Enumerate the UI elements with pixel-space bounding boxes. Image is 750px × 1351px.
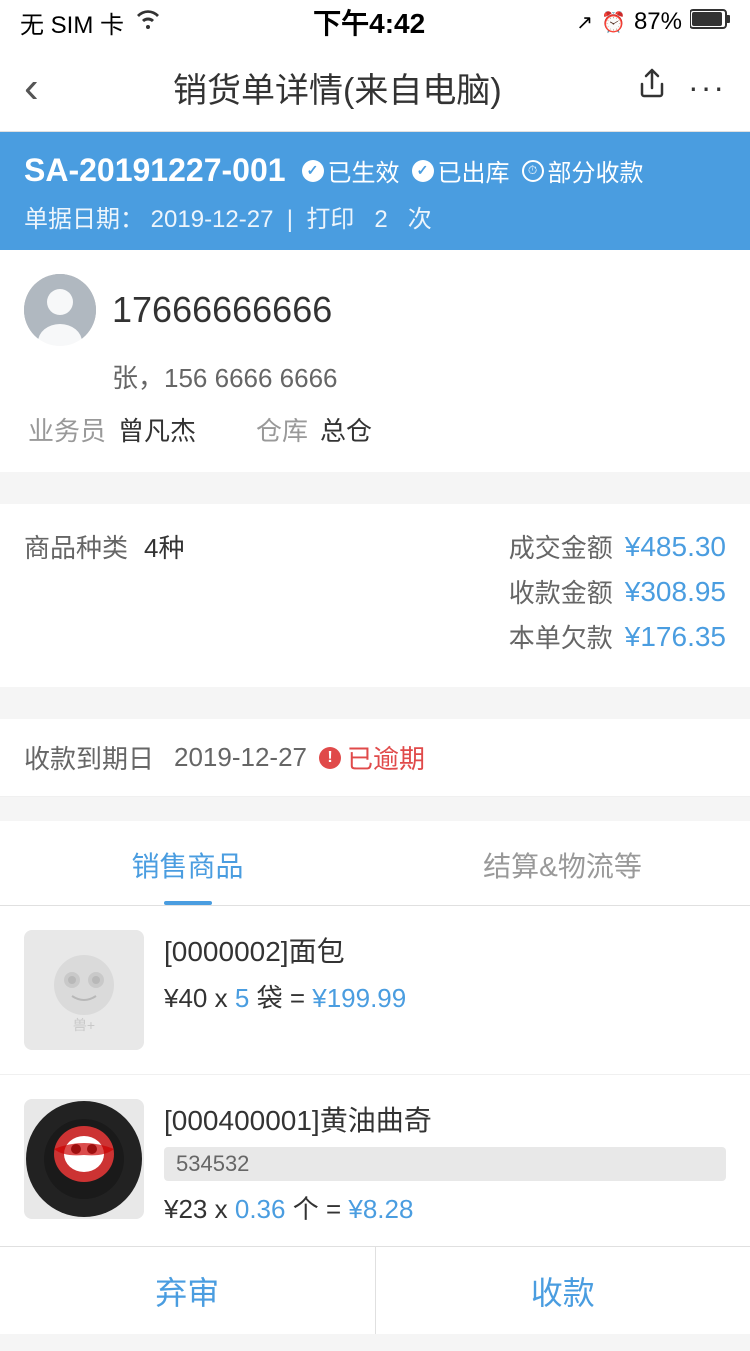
products-section: 兽+ [0000002]面包 ¥40 x 5 袋 = ¥199.99 <box>0 906 750 1251</box>
tab-sales-products[interactable]: 销售商品 <box>0 821 375 905</box>
nav-bar: ‹ 销货单详情(来自电脑) ··· <box>0 44 750 132</box>
product-item-cookie: [000400001]黄油曲奇 534532 ¥23 x 0.36 个 = ¥8… <box>0 1075 750 1251</box>
collected-row: 收款金额 ¥308.95 <box>509 573 726 610</box>
status-left: 无 SIM 卡 <box>20 5 162 40</box>
wifi-icon <box>134 8 162 36</box>
order-date-row: 单据日期： 2019-12-27 | 打印 2 次 <box>24 199 726 234</box>
alarm-icon: ⏰ <box>601 10 626 35</box>
battery-icon <box>690 8 730 37</box>
share-icon[interactable] <box>636 68 668 108</box>
overdue-icon: ! <box>319 747 341 769</box>
divider-1 <box>0 488 750 504</box>
collect-button[interactable]: 收款 <box>376 1247 750 1334</box>
product-info-bread: [0000002]面包 ¥40 x 5 袋 = ¥199.99 <box>164 930 726 1050</box>
product-name-cookie: [000400001]黄油曲奇 <box>164 1099 726 1139</box>
stats-right: 成交金额 ¥485.30 收款金额 ¥308.95 本单欠款 ¥176.35 <box>509 528 726 663</box>
stats-left: 商品种类 4种 <box>24 528 184 569</box>
stats-section: 商品种类 4种 成交金额 ¥485.30 收款金额 ¥308.95 本单欠款 ¥… <box>0 504 750 687</box>
customer-meta: 业务员 曾凡杰 仓库 总仓 <box>24 411 726 448</box>
badge-effective: ✓ 已生效 <box>302 153 400 188</box>
meta-warehouse: 仓库 总仓 <box>256 411 372 448</box>
product-types-row: 商品种类 4种 <box>24 528 184 565</box>
product-image-cookie <box>24 1099 144 1219</box>
due-date-section: 收款到期日 2019-12-27 ! 已逾期 <box>0 719 750 797</box>
status-badges: ✓ 已生效 ✓ 已出库 ⏱ 部分收款 <box>302 153 644 188</box>
check-icon-1: ✓ <box>302 160 324 182</box>
status-right: ↗ ⏰ 87% <box>576 8 730 37</box>
customer-top: 17666666666 <box>24 274 726 346</box>
battery-text: 87% <box>634 8 682 36</box>
cancel-review-button[interactable]: 弃审 <box>0 1247 376 1334</box>
tabs-section: 销售商品 结算&物流等 <box>0 821 750 906</box>
overdue-badge: ! 已逾期 <box>319 739 425 776</box>
bottom-bar: 弃审 收款 <box>0 1246 750 1334</box>
badge-partial: ⏱ 部分收款 <box>522 153 644 188</box>
customer-avatar <box>24 274 96 346</box>
divider-2 <box>0 703 750 719</box>
location-icon: ↗ <box>576 10 593 35</box>
customer-name-phone: 张，156 6666 6666 <box>24 358 726 395</box>
order-header: SA-20191227-001 ✓ 已生效 ✓ 已出库 ⏱ 部分收款 单据日期：… <box>0 132 750 250</box>
meta-sales: 业务员 曾凡杰 <box>28 411 196 448</box>
product-image-bread: 兽+ <box>24 930 144 1050</box>
tab-settlement[interactable]: 结算&物流等 <box>375 821 750 905</box>
status-time: 下午4:42 <box>313 2 425 42</box>
product-name-bread: [0000002]面包 <box>164 930 726 970</box>
check-icon-2: ✓ <box>412 160 434 182</box>
customer-phone: 17666666666 <box>112 289 332 331</box>
svg-text:兽+: 兽+ <box>73 1017 95 1033</box>
owed-row: 本单欠款 ¥176.35 <box>509 618 726 655</box>
carrier-text: 无 SIM 卡 <box>20 5 124 40</box>
tabs: 销售商品 结算&物流等 <box>0 821 750 906</box>
order-id: SA-20191227-001 <box>24 152 286 189</box>
more-icon[interactable]: ··· <box>688 69 726 106</box>
back-button[interactable]: ‹ <box>24 63 39 113</box>
badge-shipped: ✓ 已出库 <box>412 153 510 188</box>
product-price-bread: ¥40 x 5 袋 = ¥199.99 <box>164 978 726 1015</box>
deal-amount-row: 成交金额 ¥485.30 <box>509 528 726 565</box>
page-title: 销货单详情(来自电脑) <box>173 63 502 112</box>
divider-3 <box>0 813 750 821</box>
product-info-cookie: [000400001]黄油曲奇 534532 ¥23 x 0.36 个 = ¥8… <box>164 1099 726 1226</box>
nav-actions: ··· <box>636 68 726 108</box>
customer-section: 17666666666 张，156 6666 6666 业务员 曾凡杰 仓库 总… <box>0 250 750 472</box>
product-sku-cookie: 534532 <box>164 1147 726 1181</box>
clock-icon: ⏱ <box>522 160 544 182</box>
product-item-bread: 兽+ [0000002]面包 ¥40 x 5 袋 = ¥199.99 <box>0 906 750 1075</box>
product-price-cookie: ¥23 x 0.36 个 = ¥8.28 <box>164 1189 726 1226</box>
status-bar: 无 SIM 卡 下午4:42 ↗ ⏰ 87% <box>0 0 750 44</box>
